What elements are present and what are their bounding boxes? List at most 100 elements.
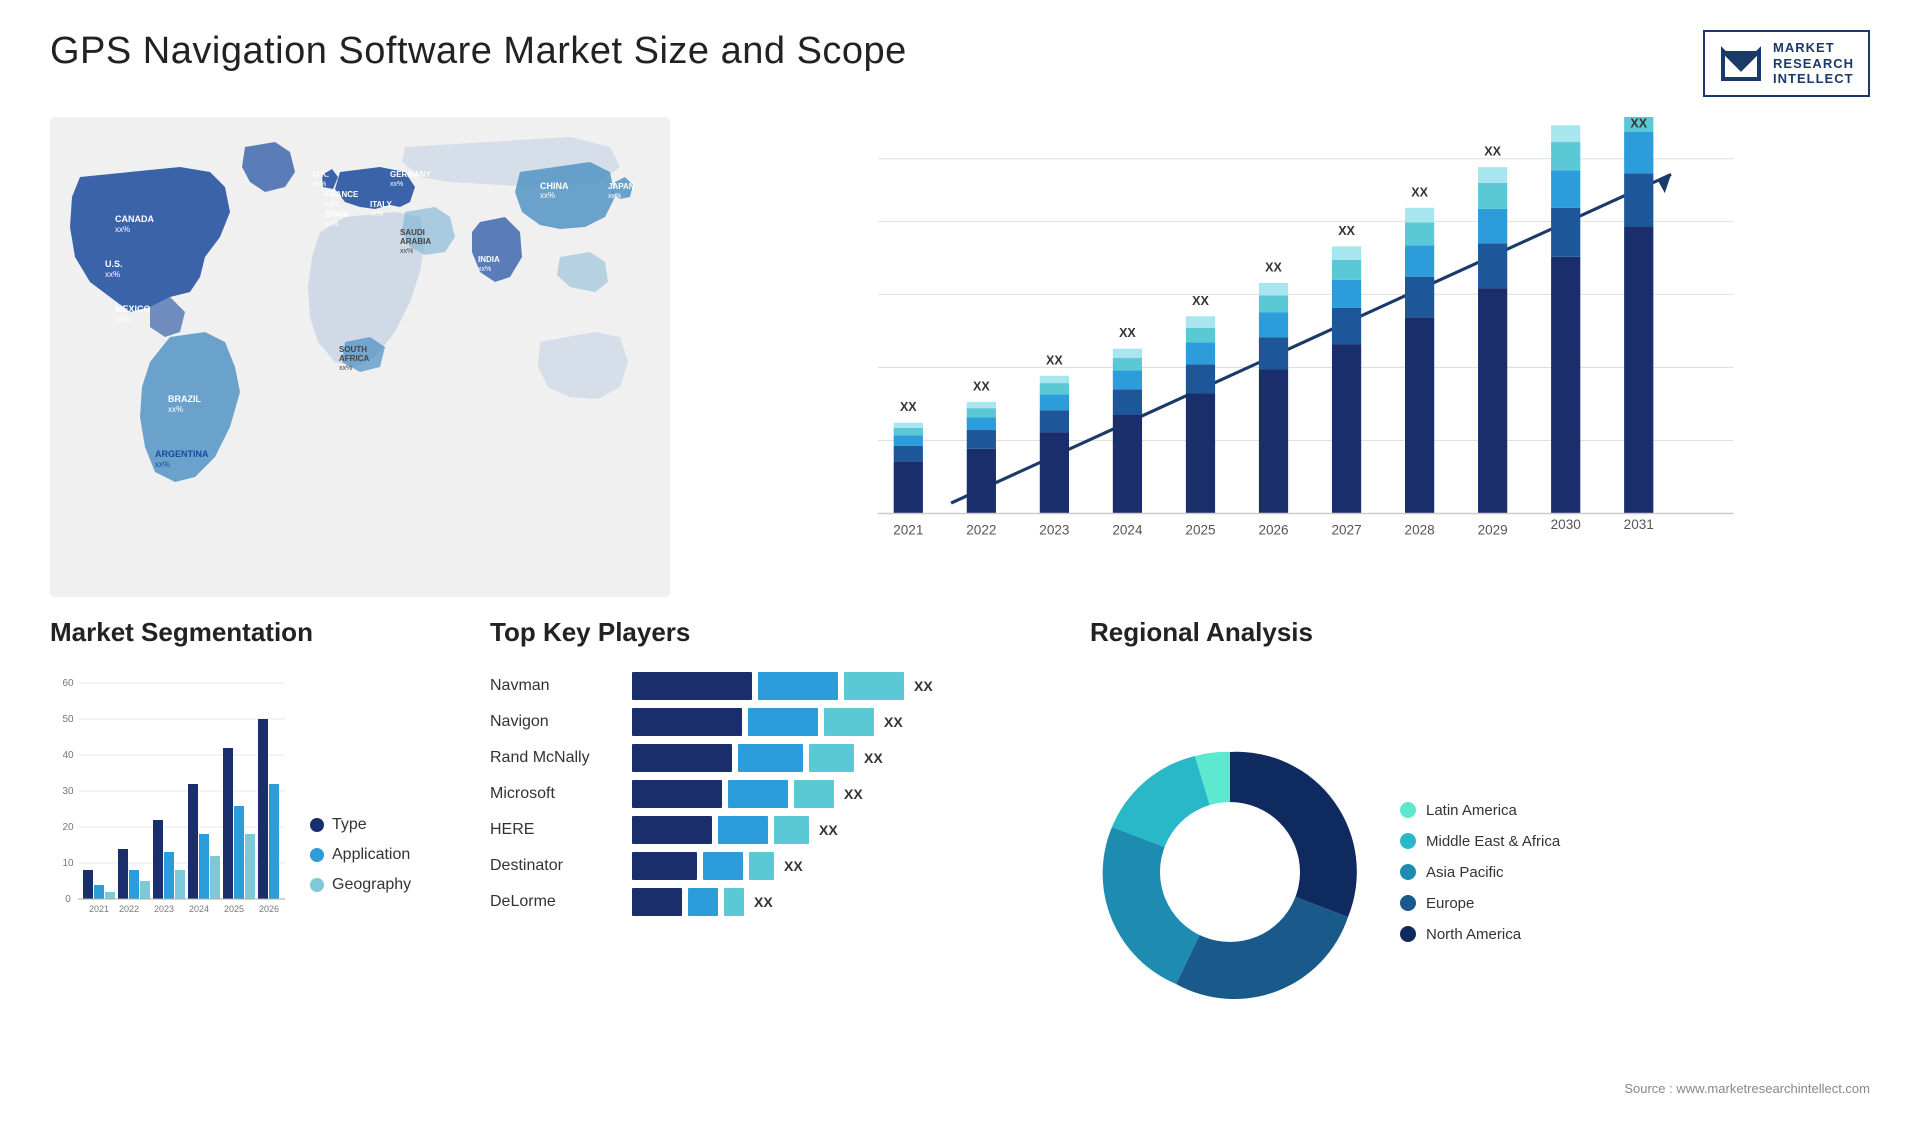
player-row-here: HERE XX [490,816,1050,844]
svg-text:XX: XX [900,400,917,414]
country-argentina: ARGENTINA [155,449,209,459]
source-text: Source : www.marketresearchintellect.com [1090,1081,1870,1096]
player-name-randmcnally: Rand McNally [490,749,620,767]
reg-legend-northamerica: North America [1400,926,1560,943]
svg-text:2031: 2031 [1624,517,1654,532]
svg-text:XX: XX [1265,260,1282,274]
reg-legend-europe: Europe [1400,895,1560,912]
player-row-destinator: Destinator XX [490,852,1050,880]
page-container: GPS Navigation Software Market Size and … [0,0,1920,1146]
svg-text:xx%: xx% [313,181,326,188]
svg-text:2022: 2022 [966,522,996,537]
segmentation-title: Market Segmentation [50,617,450,648]
regional-legend: Latin America Middle East & Africa Asia … [1400,802,1560,943]
legend-type-dot [310,818,324,832]
bottom-row: Market Segmentation 0 10 20 30 40 50 60 [50,617,1870,1116]
player-name-navigon: Navigon [490,713,620,731]
svg-text:AFRICA: AFRICA [339,354,369,363]
map-section: CANADA xx% U.S. xx% MEXICO xx% BRAZIL xx… [50,117,670,597]
svg-text:xx%: xx% [155,460,170,469]
svg-text:XX: XX [1338,224,1355,238]
legend-application: Application [310,846,411,864]
country-mexico: MEXICO [115,304,151,314]
svg-text:xx%: xx% [115,225,130,234]
top-row: CANADA xx% U.S. xx% MEXICO xx% BRAZIL xx… [50,117,1870,597]
legend-geography: Geography [310,876,411,894]
reg-dot-northamerica [1400,926,1416,942]
svg-text:10: 10 [62,858,74,869]
bar-seg3 [844,672,904,700]
svg-text:xx%: xx% [540,191,555,200]
world-map: CANADA xx% U.S. xx% MEXICO xx% BRAZIL xx… [50,117,670,597]
player-bar-microsoft: XX [632,780,1050,808]
country-us: U.S. [105,259,123,269]
players-title: Top Key Players [490,617,1050,648]
reg-legend-latinamerica: Latin America [1400,802,1560,819]
regional-title: Regional Analysis [1090,617,1870,648]
country-france: FRANCE [325,190,359,199]
svg-text:XX: XX [1192,294,1209,308]
donut-hole [1160,802,1300,942]
player-row-delorme: DeLorme XX [490,888,1050,916]
player-row-microsoft: Microsoft XX [490,780,1050,808]
svg-text:XX: XX [973,379,990,393]
legend-geography-dot [310,878,324,892]
donut-chart [1090,732,1370,1012]
logo-text: MARKET RESEARCH INTELLECT [1773,40,1854,87]
player-bar-delorme: XX [632,888,1050,916]
svg-text:2029: 2029 [1478,522,1508,537]
country-saudi: SAUDI [400,228,425,237]
svg-text:XX: XX [1557,117,1574,120]
growth-chart-svg: XX 2021 XX 2022 XX 2023 [700,117,1870,597]
player-bar-randmcnally: XX [632,744,1050,772]
reg-legend-mea: Middle East & Africa [1400,833,1560,850]
country-canada: CANADA [115,214,154,224]
svg-text:2025: 2025 [224,904,244,914]
country-germany: GERMANY [390,170,432,179]
segmentation-section: Market Segmentation 0 10 20 30 40 50 60 [50,617,450,1096]
players-section: Top Key Players Navman XX Navigon [490,617,1050,1096]
regional-content: Latin America Middle East & Africa Asia … [1090,664,1870,1081]
country-spain: SPAIN [325,210,349,219]
svg-text:XX: XX [1119,326,1136,340]
country-southafrica: SOUTH [339,345,367,354]
bar-seg1 [632,672,752,700]
svg-text:2021: 2021 [893,522,923,537]
svg-text:xx%: xx% [168,405,183,414]
svg-text:50: 50 [62,714,74,725]
svg-text:2025: 2025 [1185,522,1215,537]
player-name-navman: Navman [490,677,620,695]
player-bar-navman: XX [632,672,1050,700]
player-bar-navigon: XX [632,708,1050,736]
svg-text:XX: XX [1630,117,1647,130]
svg-text:XX: XX [1484,144,1501,158]
country-uk: U.K. [313,170,329,179]
logo-inner: MARKET RESEARCH INTELLECT [1703,30,1870,97]
svg-text:xx%: xx% [370,211,383,218]
country-brazil: BRAZIL [168,394,201,404]
svg-text:2030: 2030 [1551,517,1581,532]
reg-dot-asiapacific [1400,864,1416,880]
svg-text:xx%: xx% [400,248,413,255]
player-bar-destinator: XX [632,852,1050,880]
svg-text:xx%: xx% [478,266,491,273]
donut-svg [1090,732,1370,1012]
bar-seg2 [758,672,838,700]
legend-type: Type [310,816,411,834]
svg-text:xx%: xx% [325,221,338,228]
country-italy: ITALY [370,200,392,209]
reg-legend-asiapacific: Asia Pacific [1400,864,1560,881]
svg-text:xx%: xx% [115,315,130,324]
regional-section: Regional Analysis [1090,617,1870,1096]
svg-text:xx%: xx% [608,193,621,200]
svg-text:XX: XX [1411,185,1428,199]
svg-text:2023: 2023 [1039,522,1069,537]
player-name-destinator: Destinator [490,857,620,875]
svg-text:2024: 2024 [189,904,209,914]
country-china: CHINA [540,181,569,191]
players-list: Navman XX Navigon XX [490,672,1050,916]
svg-text:2027: 2027 [1331,522,1361,537]
country-japan: JAPAN [608,182,635,191]
seg-chart-area: 0 10 20 30 40 50 60 [50,664,450,924]
svg-text:2024: 2024 [1112,522,1143,537]
